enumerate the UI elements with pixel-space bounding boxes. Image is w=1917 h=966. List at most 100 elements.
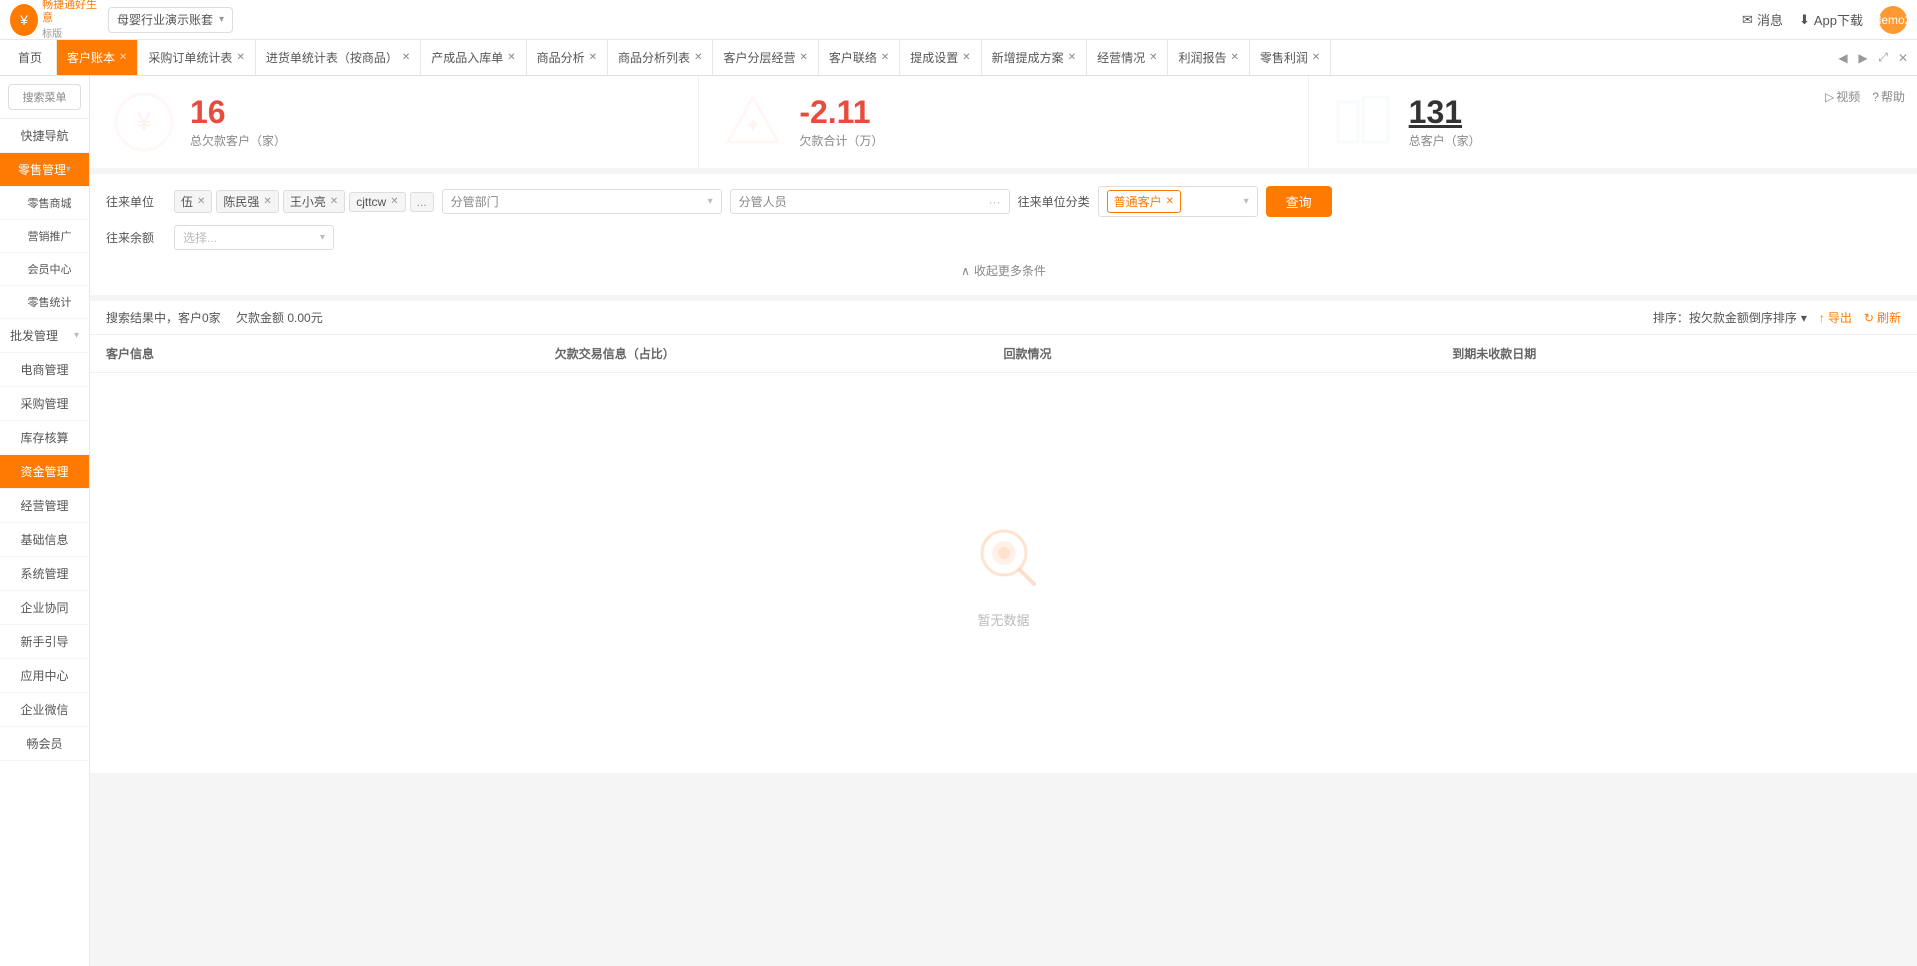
nav-tab-4[interactable]: 商品分析 ✕: [527, 40, 608, 76]
nav-tab-close-10[interactable]: ✕: [1149, 52, 1157, 63]
account-dropdown-label: 母婴行业演示账套: [117, 11, 213, 28]
collapse-label: 收起更多条件: [974, 262, 1046, 279]
nav-tab-close-1[interactable]: ✕: [236, 52, 244, 63]
nav-tab-close-11[interactable]: ✕: [1231, 52, 1239, 63]
nav-tab-9[interactable]: 新增提成方案 ✕: [982, 40, 1087, 76]
help-link[interactable]: ? 帮助: [1872, 88, 1905, 105]
sidebar-item-finance[interactable]: 资金管理: [0, 455, 89, 489]
nav-tab-label-0: 客户账本: [67, 49, 115, 66]
sidebar-item-vip[interactable]: 畅会员: [0, 727, 89, 761]
empty-state: 暂无数据: [944, 458, 1064, 689]
nav-tab-0[interactable]: 客户账本 ✕: [57, 40, 138, 76]
sidebar-item-wechat[interactable]: 企业微信: [0, 693, 89, 727]
nav-tab-10[interactable]: 经营情况 ✕: [1087, 40, 1168, 76]
nav-tab-5[interactable]: 商品分析列表 ✕: [608, 40, 713, 76]
nav-tab-close-8[interactable]: ✕: [962, 52, 970, 63]
refresh-label: 刷新: [1877, 309, 1901, 326]
app-download-btn[interactable]: ⬇ App下载: [1799, 10, 1863, 29]
debt-amount-text: 欠款金额 0.00元: [236, 311, 323, 325]
collapse-btn[interactable]: ∧ 收起更多条件: [953, 258, 1054, 283]
nav-tab-label-9: 新增提成方案: [992, 49, 1064, 66]
nav-tab-7[interactable]: 客户联络 ✕: [819, 40, 900, 76]
nav-left-arrow[interactable]: ◀: [1833, 48, 1853, 68]
refresh-btn[interactable]: ↻ 刷新: [1864, 309, 1901, 326]
nav-close-all-icon[interactable]: ✕: [1893, 48, 1913, 68]
top-actions: ✉ 消息 ⬇ App下载 demo2: [1742, 6, 1907, 34]
stat-item-total: 131 总客户（家） ▷ 视频 ? 帮助: [1309, 76, 1917, 168]
tag-wang-close[interactable]: ✕: [330, 196, 338, 207]
sidebar-item-wholesale[interactable]: 批发管理 ▾: [0, 319, 89, 353]
nav-tab-close-2[interactable]: ✕: [402, 52, 410, 63]
account-dropdown[interactable]: 母婴行业演示账套 ▾: [108, 7, 233, 33]
nav-tab-close-9[interactable]: ✕: [1068, 52, 1076, 63]
person-select[interactable]: 分管人员 ···: [730, 189, 1010, 214]
tag-wu-close[interactable]: ✕: [197, 196, 205, 207]
nav-expand-icon[interactable]: ⤢: [1873, 48, 1893, 68]
filter-bar: 往来单位 伍 ✕ 陈民强 ✕ 王小亮 ✕: [90, 174, 1917, 295]
nav-tab-close-12[interactable]: ✕: [1312, 52, 1320, 63]
nav-tab-6[interactable]: 客户分层经营 ✕: [713, 40, 818, 76]
message-btn[interactable]: ✉ 消息: [1742, 10, 1783, 29]
nav-tab-close-4[interactable]: ✕: [589, 52, 597, 63]
filter-more-btn[interactable]: ...: [410, 192, 434, 212]
sidebar-item-member-center[interactable]: 会员中心: [0, 253, 89, 286]
dept-arrow-icon: ▾: [708, 196, 713, 207]
nav-tab-close-6[interactable]: ✕: [799, 52, 807, 63]
nav-tab-close-0[interactable]: ✕: [119, 52, 127, 63]
nav-tab-2[interactable]: 进货单统计表（按商品） ✕: [256, 40, 421, 76]
sidebar-item-quick-nav[interactable]: 快捷导航: [0, 119, 89, 153]
stats-bar: ¥ 16 总欠款客户（家） ✦ -2.11 欠款合计（万）: [90, 76, 1917, 168]
category-tag-close[interactable]: ✕: [1166, 196, 1174, 207]
result-info: 搜索结果中，客户0家 欠款金额 0.00元: [106, 309, 335, 326]
nav-tab-3[interactable]: 产成品入库单 ✕: [421, 40, 526, 76]
sidebar-item-operations[interactable]: 经营管理: [0, 489, 89, 523]
balance-select[interactable]: 选择... ▾: [174, 225, 334, 250]
logo-area: ¥ 畅捷通好生意 标版: [10, 0, 100, 40]
sidebar-item-guide[interactable]: 新手引导: [0, 625, 89, 659]
balance-arrow-icon: ▾: [320, 232, 325, 243]
help-label: 帮助: [1881, 88, 1905, 105]
sort-dropdown[interactable]: 排序：按欠款金额倒序排序 ▾: [1653, 309, 1807, 326]
sidebar-item-marketing[interactable]: 营销推广: [0, 220, 89, 253]
nav-tab-8[interactable]: 提成设置 ✕: [900, 40, 981, 76]
sidebar: 搜索菜单 快捷导航 零售管理 ▾ 零售商城 营销推广 会员中心 零售统计 批: [0, 76, 90, 966]
nav-tab-close-3[interactable]: ✕: [507, 52, 515, 63]
result-bar: 搜索结果中，客户0家 欠款金额 0.00元 排序：按欠款金额倒序排序 ▾ ↑ 导…: [90, 301, 1917, 335]
avatar[interactable]: demo2: [1879, 6, 1907, 34]
dept-label: 分管部门: [451, 193, 499, 210]
filter-tag-wang: 王小亮 ✕: [283, 190, 345, 213]
nav-tab-close-5[interactable]: ✕: [694, 52, 702, 63]
nav-tab-11[interactable]: 利润报告 ✕: [1168, 40, 1249, 76]
sidebar-item-apps[interactable]: 应用中心: [0, 659, 89, 693]
tag-cjttcw-close[interactable]: ✕: [390, 196, 398, 207]
export-btn[interactable]: ↑ 导出: [1819, 309, 1852, 326]
col-repayment: 回款情况: [1004, 345, 1453, 362]
nav-tab-home[interactable]: 首页: [4, 40, 57, 76]
filter-unit-label: 往来单位: [106, 193, 166, 210]
sidebar-search-btn[interactable]: 搜索菜单: [8, 84, 81, 110]
sidebar-item-cooperation[interactable]: 企业协同: [0, 591, 89, 625]
sort-arrow-icon: ▾: [1801, 311, 1807, 325]
dept-select[interactable]: 分管部门 ▾: [442, 189, 722, 214]
sidebar-item-retail-management[interactable]: 零售管理 ▾: [0, 153, 89, 187]
sidebar-item-system[interactable]: 系统管理: [0, 557, 89, 591]
sidebar-item-retail-shop[interactable]: 零售商城: [0, 187, 89, 220]
filter-tag-cjttcw: cjttcw ✕: [349, 192, 405, 212]
category-select[interactable]: 普通客户 ✕ ▾: [1098, 186, 1258, 217]
sidebar-item-purchase[interactable]: 采购管理: [0, 387, 89, 421]
sidebar-item-retail-stats[interactable]: 零售统计: [0, 286, 89, 319]
sidebar-item-label-retail-stats: 零售统计: [28, 294, 72, 310]
nav-arrows: ◀ ▶ ⤢ ✕: [1829, 48, 1917, 68]
nav-tab-12[interactable]: 零售利润 ✕: [1250, 40, 1331, 76]
nav-right-arrow[interactable]: ▶: [1853, 48, 1873, 68]
nav-tab-1[interactable]: 采购订单统计表 ✕: [138, 40, 255, 76]
sidebar-item-label-shop: 零售商城: [28, 195, 72, 211]
query-button[interactable]: 查询: [1266, 186, 1332, 217]
app-wrapper: ¥ 畅捷通好生意 标版 母婴行业演示账套 ▾ ✉ 消息 ⬇ App下载 demo…: [0, 0, 1917, 966]
tag-chen-close[interactable]: ✕: [263, 196, 271, 207]
nav-tab-close-7[interactable]: ✕: [881, 52, 889, 63]
sidebar-item-basic-info[interactable]: 基础信息: [0, 523, 89, 557]
sidebar-item-inventory[interactable]: 库存核算: [0, 421, 89, 455]
sidebar-item-ecommerce[interactable]: 电商管理: [0, 353, 89, 387]
video-link[interactable]: ▷ 视频: [1825, 88, 1860, 105]
